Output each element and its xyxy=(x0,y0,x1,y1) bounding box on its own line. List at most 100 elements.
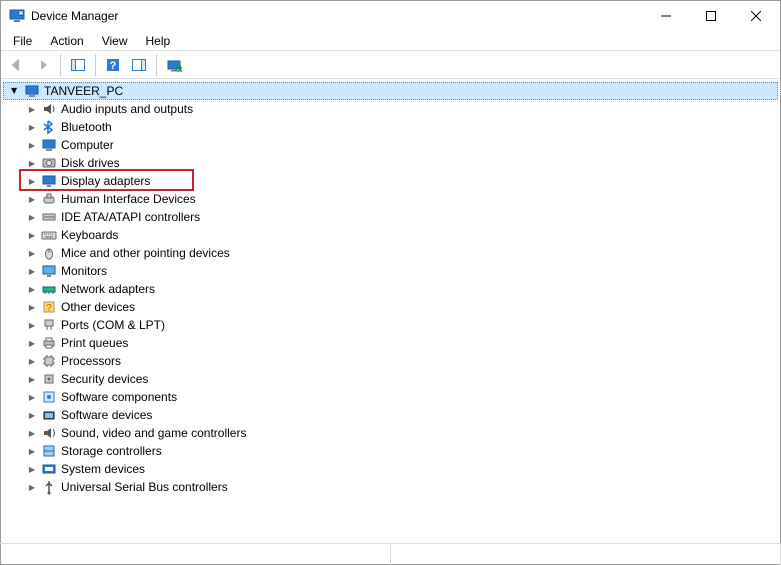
tree-category-node[interactable]: ▶System devices xyxy=(1,460,780,478)
expand-arrow-icon[interactable]: ▶ xyxy=(27,248,37,258)
audio-icon xyxy=(41,101,57,117)
expand-arrow-icon[interactable]: ▶ xyxy=(27,392,37,402)
tree-category-node[interactable]: ▶ Network adapters xyxy=(1,280,780,298)
expand-arrow-icon[interactable]: ▶ xyxy=(27,230,37,240)
mouse-icon xyxy=(41,245,57,261)
close-button[interactable] xyxy=(733,2,778,31)
expand-arrow-icon[interactable]: ▶ xyxy=(27,410,37,420)
storage-icon xyxy=(41,443,57,459)
expand-arrow-icon[interactable]: ▶ xyxy=(27,140,37,150)
tree-category-node[interactable]: ▶Ports (COM & LPT) xyxy=(1,316,780,334)
expand-arrow-icon[interactable]: ▶ xyxy=(27,464,37,474)
back-button[interactable] xyxy=(5,53,29,77)
tree-category-node[interactable]: ▶ Human Interface Devices xyxy=(1,190,780,208)
category-label: Display adapters xyxy=(61,174,150,188)
tree-category-node[interactable]: ▶ Computer xyxy=(1,136,780,154)
device-tree[interactable]: ▶ TANVEER_PC ▶ Audio inputs and outputs ▶ B… xyxy=(1,79,780,542)
category-label: Bluetooth xyxy=(61,120,112,134)
expand-arrow-icon[interactable]: ▶ xyxy=(27,356,37,366)
expand-arrow-icon[interactable]: ▶ xyxy=(27,122,37,132)
category-label: Print queues xyxy=(61,336,128,350)
tree-category-node[interactable]: ▶Monitors xyxy=(1,262,780,280)
toolbar-separator xyxy=(60,54,61,76)
category-label: Software devices xyxy=(61,408,152,422)
forward-button[interactable] xyxy=(31,53,55,77)
category-label: Human Interface Devices xyxy=(61,192,196,206)
category-label: Audio inputs and outputs xyxy=(61,102,193,116)
system-icon xyxy=(41,461,57,477)
root-label: TANVEER_PC xyxy=(44,84,123,98)
menu-action[interactable]: Action xyxy=(42,32,91,50)
tree-category-node[interactable]: ▶ Disk drives xyxy=(1,154,780,172)
expand-arrow-icon[interactable]: ▶ xyxy=(27,104,37,114)
expand-arrow-icon[interactable]: ▶ xyxy=(27,176,37,186)
svg-text:?: ? xyxy=(110,60,117,72)
expand-arrow-icon[interactable]: ▶ xyxy=(27,482,37,492)
category-label: Computer xyxy=(61,138,114,152)
tree-category-node[interactable]: ▶ Bluetooth xyxy=(1,118,780,136)
other-icon: ? xyxy=(41,299,57,315)
software-comp-icon xyxy=(41,389,57,405)
category-label: Processors xyxy=(61,354,121,368)
expand-arrow-icon[interactable]: ▶ xyxy=(27,374,37,384)
display-icon xyxy=(41,173,57,189)
tree-category-node[interactable]: ▶ Software devices xyxy=(1,406,780,424)
scan-hardware-button[interactable] xyxy=(162,53,186,77)
computer-icon xyxy=(41,137,57,153)
tree-category-node[interactable]: ▶ Display adapters xyxy=(1,172,780,190)
console-tree-button[interactable] xyxy=(66,53,90,77)
expand-arrow-icon[interactable]: ▶ xyxy=(27,428,37,438)
maximize-button[interactable] xyxy=(688,2,733,31)
category-label: Network adapters xyxy=(61,282,155,296)
category-label: Mice and other pointing devices xyxy=(61,246,230,260)
expand-arrow-icon[interactable]: ▶ xyxy=(27,158,37,168)
category-label: IDE ATA/ATAPI controllers xyxy=(61,210,200,224)
cpu-icon xyxy=(41,353,57,369)
menu-view[interactable]: View xyxy=(94,32,136,50)
expand-arrow-icon[interactable]: ▶ xyxy=(27,212,37,222)
expand-arrow-icon[interactable]: ▶ xyxy=(27,266,37,276)
sound-icon xyxy=(41,425,57,441)
category-label: Software components xyxy=(61,390,177,404)
ports-icon xyxy=(41,317,57,333)
security-icon xyxy=(41,371,57,387)
action-pane-button[interactable] xyxy=(127,53,151,77)
expand-arrow-icon[interactable]: ▶ xyxy=(10,86,20,96)
title-bar: Device Manager xyxy=(1,1,780,31)
menu-bar: File Action View Help xyxy=(1,31,780,51)
computer-root-icon xyxy=(24,83,40,99)
expand-arrow-icon[interactable]: ▶ xyxy=(27,302,37,312)
tree-category-node[interactable]: ▶ Audio inputs and outputs xyxy=(1,100,780,118)
status-panel xyxy=(391,544,781,565)
tree-category-node[interactable]: ▶Sound, video and game controllers xyxy=(1,424,780,442)
usb-icon xyxy=(41,479,57,495)
bluetooth-icon xyxy=(41,119,57,135)
tree-category-node[interactable]: ▶ IDE ATA/ATAPI controllers xyxy=(1,208,780,226)
menu-help[interactable]: Help xyxy=(138,32,179,50)
tree-category-node[interactable]: ▶ Storage controllers xyxy=(1,442,780,460)
expand-arrow-icon[interactable]: ▶ xyxy=(27,338,37,348)
tree-root-node[interactable]: ▶ TANVEER_PC xyxy=(3,82,778,100)
tree-category-node[interactable]: ▶Keyboards xyxy=(1,226,780,244)
minimize-button[interactable] xyxy=(643,2,688,31)
expand-arrow-icon[interactable]: ▶ xyxy=(27,320,37,330)
expand-arrow-icon[interactable]: ▶ xyxy=(27,194,37,204)
disk-icon xyxy=(41,155,57,171)
app-icon xyxy=(9,8,25,24)
help-button[interactable]: ? xyxy=(101,53,125,77)
tree-category-node[interactable]: ▶ Mice and other pointing devices xyxy=(1,244,780,262)
menu-file[interactable]: File xyxy=(5,32,40,50)
tree-category-node[interactable]: ▶ Print queues xyxy=(1,334,780,352)
category-label: Storage controllers xyxy=(61,444,162,458)
category-label: Universal Serial Bus controllers xyxy=(61,480,228,494)
window-title: Device Manager xyxy=(31,9,118,23)
category-label: Disk drives xyxy=(61,156,120,170)
expand-arrow-icon[interactable]: ▶ xyxy=(27,284,37,294)
monitor-icon xyxy=(41,263,57,279)
expand-arrow-icon[interactable]: ▶ xyxy=(27,446,37,456)
tree-category-node[interactable]: ▶ Universal Serial Bus controllers xyxy=(1,478,780,496)
tree-category-node[interactable]: ▶Security devices xyxy=(1,370,780,388)
tree-category-node[interactable]: ▶ Software components xyxy=(1,388,780,406)
tree-category-node[interactable]: ▶?Other devices xyxy=(1,298,780,316)
tree-category-node[interactable]: ▶ Processors xyxy=(1,352,780,370)
